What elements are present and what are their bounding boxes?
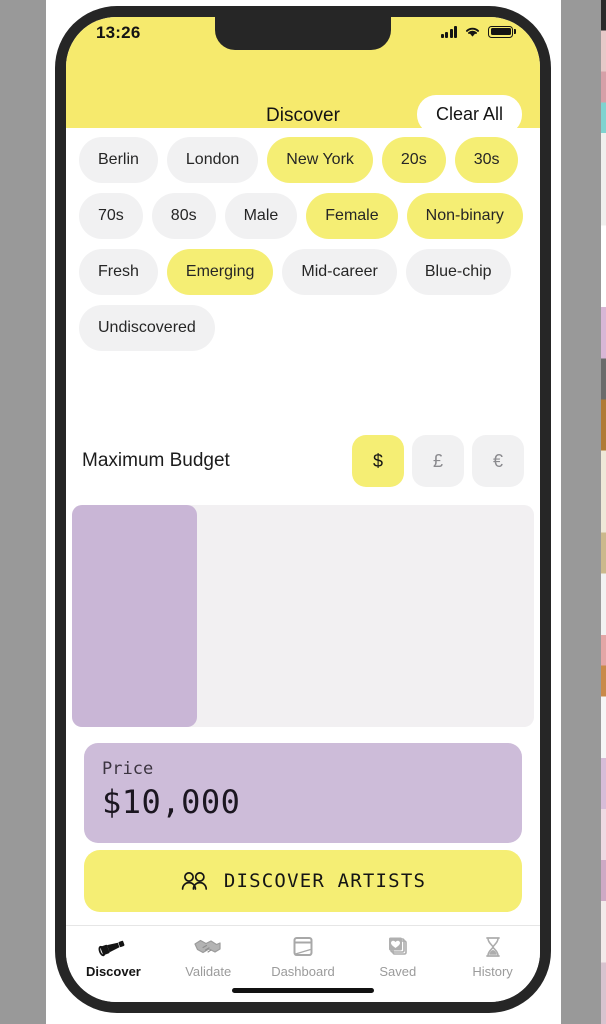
budget-slider[interactable]	[72, 505, 534, 727]
tab-label: History	[472, 964, 513, 979]
filter-chip-undiscovered[interactable]: Undiscovered	[79, 305, 215, 351]
currency-button-eur[interactable]: €	[472, 435, 524, 487]
home-indicator	[232, 988, 374, 993]
filter-chip-non-binary[interactable]: Non-binary	[406, 193, 523, 239]
signal-bars-icon	[440, 25, 457, 38]
background-page-sliver	[601, 0, 606, 1024]
filter-chip-20s[interactable]: 20s	[381, 137, 446, 183]
price-card: Price $10,000	[84, 743, 522, 843]
filter-chip-male[interactable]: Male	[224, 193, 298, 239]
phone-screen: 13:26 Discover Clear All Berlin London New…	[66, 17, 540, 1002]
tab-label: Discover	[85, 964, 141, 979]
price-value: $10,000	[102, 783, 241, 821]
hourglass-icon	[478, 935, 508, 959]
filter-chip-blue-chip[interactable]: Blue-chip	[405, 249, 511, 295]
app-header: 13:26 Discover Clear All	[66, 17, 540, 134]
status-bar: 13:26	[66, 17, 540, 50]
discover-artists-label: DISCOVER ARTISTS	[223, 870, 427, 892]
tab-label: Saved	[379, 964, 417, 979]
filter-chip-london[interactable]: London	[166, 137, 259, 183]
filter-chip-emerging[interactable]: Emerging	[166, 249, 274, 295]
filter-chip-berlin[interactable]: Berlin	[79, 137, 158, 183]
screenshot-root: 13:26 Discover Clear All Berlin London New…	[0, 0, 606, 1024]
filter-chip-fresh[interactable]: Fresh	[79, 249, 158, 295]
budget-row: Maximum Budget $ £ €	[66, 421, 540, 501]
wifi-icon	[465, 27, 480, 37]
currency-button-usd[interactable]: $	[352, 435, 404, 487]
window-icon	[288, 935, 318, 959]
filter-chip-80s[interactable]: 80s	[151, 193, 216, 239]
telescope-icon	[98, 935, 128, 959]
filter-chip-female[interactable]: Female	[306, 193, 398, 239]
price-label: Price	[102, 759, 154, 779]
two-people-icon	[181, 872, 207, 890]
slider-fill-handle[interactable]	[72, 505, 197, 727]
filter-chip-30s[interactable]: 30s	[454, 137, 519, 183]
status-icons	[440, 25, 516, 38]
tab-history[interactable]: History	[445, 935, 540, 1002]
currency-button-gbp[interactable]: £	[412, 435, 464, 487]
tab-label: Dashboard	[271, 964, 335, 979]
filter-chip-group: Berlin London New York 20s 30s 70s 80s Male Fema…	[66, 137, 540, 351]
tab-label: Validate	[185, 964, 232, 979]
heart-stack-icon	[383, 935, 413, 959]
discover-artists-button[interactable]: DISCOVER ARTISTS	[84, 850, 522, 912]
filter-chip-mid-career[interactable]: Mid-career	[282, 249, 397, 295]
filter-chip-new-york[interactable]: New York	[267, 137, 373, 183]
tab-discover[interactable]: Discover	[66, 935, 161, 1002]
battery-full-icon	[488, 25, 516, 38]
budget-label: Maximum Budget	[82, 450, 230, 471]
currency-selector: $ £ €	[352, 435, 524, 487]
filter-chip-70s[interactable]: 70s	[79, 193, 143, 239]
handshake-icon	[193, 935, 223, 959]
clear-all-button[interactable]: Clear All	[416, 95, 522, 134]
status-time: 13:26	[96, 23, 141, 42]
